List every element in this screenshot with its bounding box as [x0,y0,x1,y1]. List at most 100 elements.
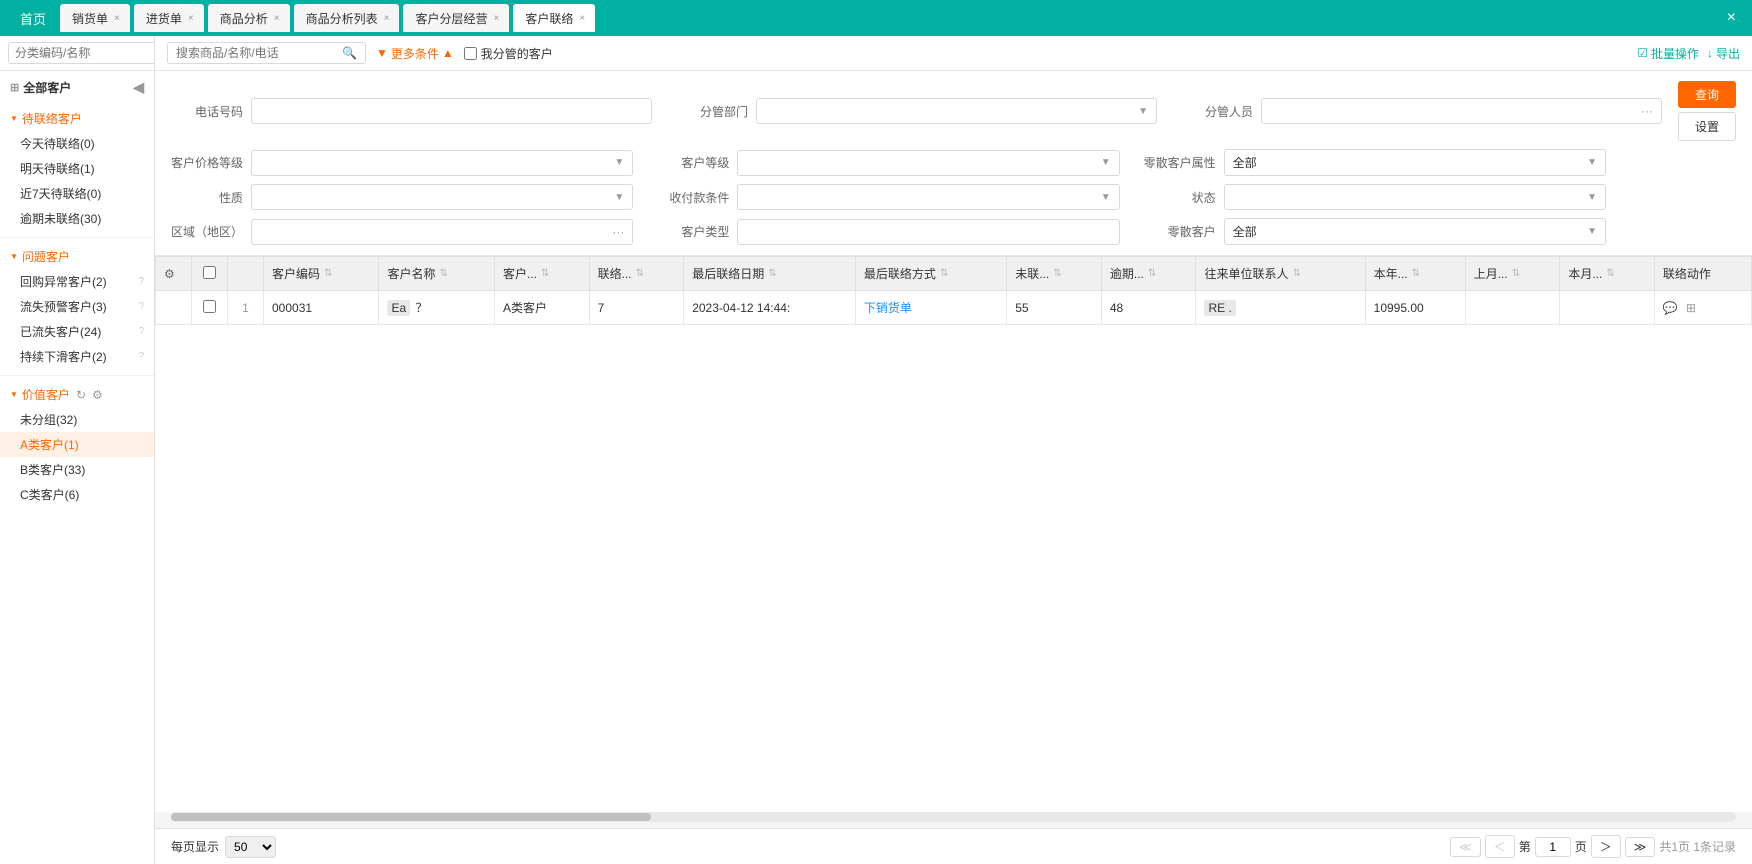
sort-icon-contact[interactable]: ⇅ [636,268,644,279]
home-tab[interactable]: 首页 [8,0,58,36]
batch-op-button[interactable]: ☑ 批量操作 [1637,45,1699,62]
tab-purchase-order[interactable]: 进货单 × [134,4,204,32]
sort-icon-last-month[interactable]: ⇅ [1512,268,1520,279]
sort-icon-name[interactable]: ⇅ [440,268,448,279]
sort-icon-year[interactable]: ⇅ [1412,268,1420,279]
sidebar-item-7days[interactable]: 近7天待联络(0) [0,181,154,206]
filter-search-icon[interactable]: 🔍 [342,46,357,60]
filter-customer-type-input[interactable] [737,219,1119,245]
message-icon[interactable]: 💬 [1663,301,1678,315]
tab-product-analysis-list-close[interactable]: × [384,13,390,24]
sort-icon-code[interactable]: ⇅ [324,268,332,279]
tab-purchase-order-close[interactable]: × [188,13,194,24]
col-contact-count[interactable]: 联络... ⇅ [589,257,684,291]
col-last-contact-date[interactable]: 最后联络日期 ⇅ [684,257,856,291]
sidebar-item-ungrouped-label: 未分组(32) [20,411,77,428]
col-this-month[interactable]: 本月... ⇅ [1560,257,1655,291]
col-customer-type[interactable]: 客户... ⇅ [494,257,589,291]
col-not-contacted[interactable]: 未联... ⇅ [1007,257,1102,291]
filter-dept-select[interactable]: ▼ [756,98,1157,124]
page-size-select[interactable]: 10 20 50 100 [225,836,276,858]
current-page-input[interactable] [1535,837,1571,857]
sidebar-item-a-class[interactable]: A类客户(1) [0,432,154,457]
col-last-month[interactable]: 上月... ⇅ [1465,257,1560,291]
col-customer-code[interactable]: 客户编码 ⇅ [264,257,379,291]
sidebar-item-churned[interactable]: 已流失客户(24) ? [0,319,154,344]
filter-scattered-select[interactable]: 全部 ▼ [1224,218,1606,245]
sort-icon-date[interactable]: ⇅ [768,268,776,279]
tab-sales-order[interactable]: 销货单 × [60,4,130,32]
sidebar-item-b-class[interactable]: B类客户(33) [0,457,154,482]
tab-customer-segmentation[interactable]: 客户分层经营 × [403,4,509,32]
filter-status-select[interactable]: ▼ [1224,184,1606,210]
first-page-button[interactable]: ≪ [1450,837,1481,857]
scroll-thumb[interactable] [171,813,651,821]
sidebar-section-problem-title[interactable]: ▼ 问题客户 [0,244,154,269]
sidebar-item-today[interactable]: 今天待联络(0) [0,131,154,156]
sort-icon-method[interactable]: ⇅ [940,268,948,279]
sidebar-item-overdue[interactable]: 逾期未联络(30) [0,206,154,231]
next-page-button[interactable]: ＞ [1591,835,1621,858]
filter-more-conditions[interactable]: ▼ 更多条件 ▲ [376,45,454,62]
grid-action-icon[interactable]: ⊞ [1686,301,1696,315]
sidebar-collapse-icon[interactable]: ◀ [133,79,144,96]
col-customer-name[interactable]: 客户名称 ⇅ [379,257,494,291]
tab-customer-contact[interactable]: 客户联络 × [513,4,595,32]
row-checkbox[interactable] [203,300,216,313]
settings-button[interactable]: 设置 [1678,112,1736,141]
filter-person-select[interactable]: ··· [1261,98,1662,124]
filter-nature-select[interactable]: ▼ [251,184,633,210]
filter-region-select[interactable]: ··· [251,219,633,245]
filter-customer-type-label: 客户类型 [657,223,737,240]
sort-icon-not-contacted[interactable]: ⇅ [1053,268,1061,279]
tab-product-analysis[interactable]: 商品分析 × [208,4,290,32]
sidebar-item-tomorrow[interactable]: 明天待联络(1) [0,156,154,181]
filter-price-select[interactable]: ▼ [251,150,633,176]
select-all-checkbox[interactable] [203,266,216,279]
sort-icon-type[interactable]: ⇅ [541,268,549,279]
last-page-button[interactable]: ≫ [1625,837,1656,857]
filter-customer-level-select[interactable]: ▼ [737,150,1119,176]
filter-row-1: 电话号码 分管部门 ▼ 分管人员 ··· [171,81,1736,141]
filter-search-input[interactable] [176,46,336,60]
sidebar-section-pending-title[interactable]: ▼ 待联络客户 [0,106,154,131]
col-overdue[interactable]: 逾期... ⇅ [1101,257,1196,291]
export-button[interactable]: ↓ 导出 [1707,45,1740,62]
my-customers-checkbox[interactable] [464,47,477,60]
filter-buttons: 查询 设置 [1678,81,1736,141]
col-contact-count-label: 联络... [598,265,632,282]
sort-icon-visit[interactable]: ⇅ [1292,268,1300,279]
sidebar-item-churn-warning[interactable]: 流失预警客户(3) ? [0,294,154,319]
close-all-tabs[interactable]: × [1719,9,1744,27]
query-button[interactable]: 查询 [1678,81,1736,108]
col-settings: ⚙ [156,257,192,291]
row-last-contact-method[interactable]: 下销货单 [864,301,912,315]
tab-product-analysis-list[interactable]: 商品分析列表 × [294,4,400,32]
prev-page-button[interactable]: ＜ [1485,835,1515,858]
horizontal-scrollbar[interactable] [171,812,1736,822]
sort-icon-this-month[interactable]: ⇅ [1606,268,1614,279]
sidebar-item-ungrouped[interactable]: 未分组(32) [0,407,154,432]
tab-sales-order-close[interactable]: × [114,13,120,24]
col-this-year[interactable]: 本年... ⇅ [1365,257,1465,291]
filter-my-customers[interactable]: 我分管的客户 [464,45,553,62]
tab-customer-segmentation-close[interactable]: × [493,13,499,24]
sidebar-search-input[interactable] [8,42,155,64]
filter-phone-input[interactable] [251,98,652,124]
tab-product-analysis-close[interactable]: × [274,13,280,24]
sidebar-item-7days-label: 近7天待联络(0) [20,185,101,202]
filter-scattered-attr-select[interactable]: 全部 ▼ [1224,149,1606,176]
sidebar-section-value-title[interactable]: ▼ 价值客户 ↻ ⚙ [0,382,154,407]
tab-customer-contact-close[interactable]: × [579,13,585,24]
sidebar-item-declining[interactable]: 持续下滑客户(2) ? [0,344,154,369]
refresh-icon[interactable]: ↻ [76,388,86,402]
filter-payment-select[interactable]: ▼ [737,184,1119,210]
sort-icon-overdue[interactable]: ⇅ [1148,268,1156,279]
settings-icon[interactable]: ⚙ [92,388,103,402]
col-last-contact-method[interactable]: 最后联络方式 ⇅ [855,257,1006,291]
page-size-label: 每页显示 [171,838,219,855]
table-settings-icon[interactable]: ⚙ [164,267,175,281]
col-visit-contacts[interactable]: 往来单位联系人 ⇅ [1196,257,1365,291]
sidebar-item-c-class[interactable]: C类客户(6) [0,482,154,507]
sidebar-item-abnormal[interactable]: 回购异常客户(2) ? [0,269,154,294]
